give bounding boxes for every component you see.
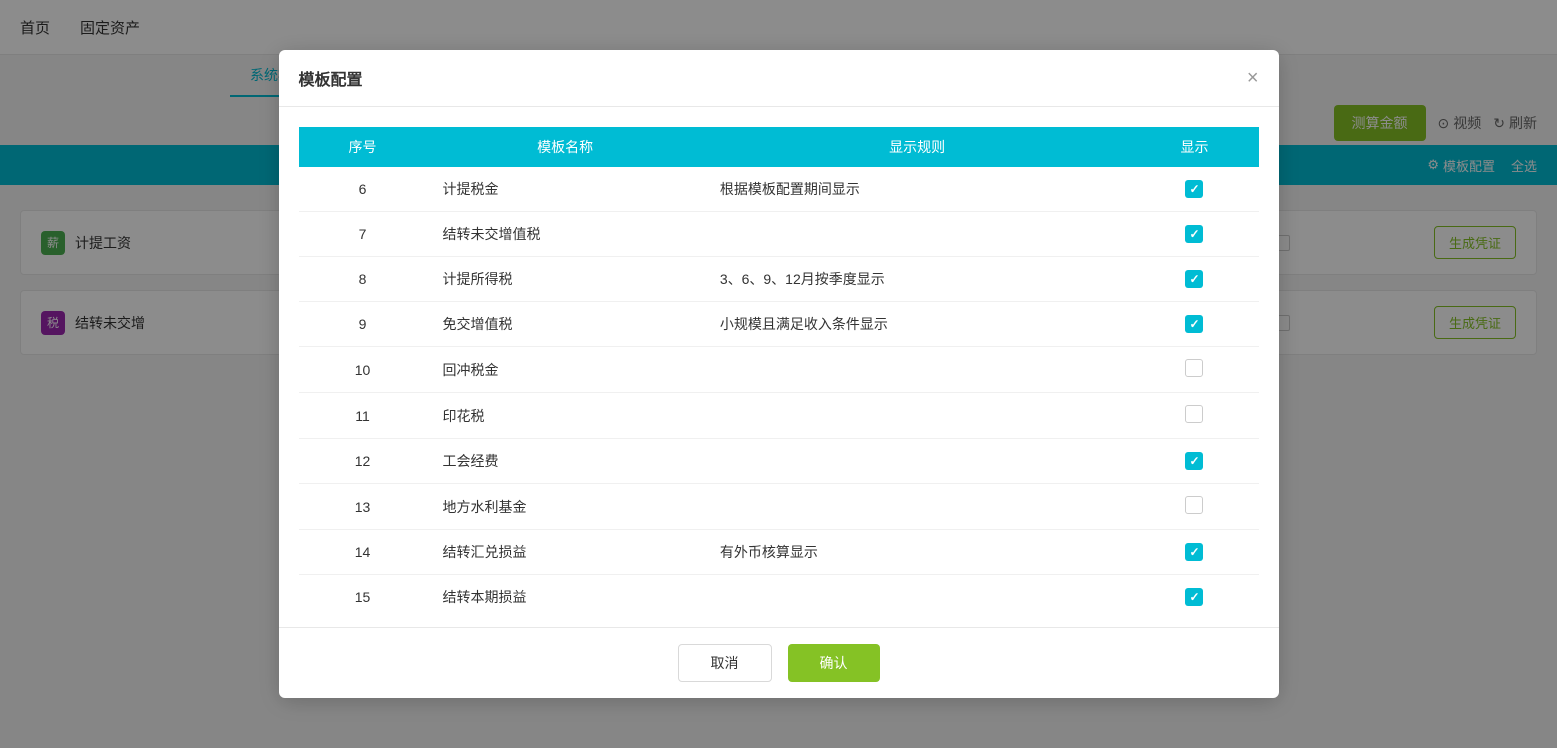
cell-seq-8: 14 [299, 530, 427, 575]
cell-rule-4 [704, 347, 1131, 393]
modal-close-button[interactable]: × [1247, 68, 1259, 88]
checkbox-checked-2[interactable] [1185, 270, 1203, 288]
checkbox-checked-8[interactable] [1185, 543, 1203, 561]
cell-seq-7: 13 [299, 484, 427, 530]
cell-name-9: 结转本期损益 [427, 575, 704, 608]
cell-check-8[interactable] [1130, 530, 1258, 575]
checkbox-unchecked-7[interactable] [1185, 496, 1203, 514]
cell-seq-2: 8 [299, 257, 427, 302]
table-row: 8计提所得税3、6、9、12月按季度显示 [299, 257, 1259, 302]
cell-name-1: 结转未交增值税 [427, 212, 704, 257]
cell-seq-3: 9 [299, 302, 427, 347]
cell-rule-8: 有外币核算显示 [704, 530, 1131, 575]
modal-template-config: 模板配置 × 序号 模板名称 显示规则 显示 6计提税金根据模板配置期间显示7结… [279, 50, 1279, 698]
table-header: 序号 模板名称 显示规则 显示 [299, 127, 1259, 167]
checkbox-checked-3[interactable] [1185, 315, 1203, 333]
cell-name-3: 免交增值税 [427, 302, 704, 347]
cell-name-8: 结转汇兑损益 [427, 530, 704, 575]
cell-check-9[interactable] [1130, 575, 1258, 608]
table-row: 10回冲税金 [299, 347, 1259, 393]
checkbox-unchecked-5[interactable] [1185, 405, 1203, 423]
cell-seq-5: 11 [299, 393, 427, 439]
col-header-display: 显示 [1130, 127, 1258, 167]
checkbox-checked-1[interactable] [1185, 225, 1203, 243]
table-row: 14结转汇兑损益有外币核算显示 [299, 530, 1259, 575]
cancel-button[interactable]: 取消 [678, 644, 772, 682]
table-row: 15结转本期损益 [299, 575, 1259, 608]
cell-seq-9: 15 [299, 575, 427, 608]
cell-rule-9 [704, 575, 1131, 608]
cell-seq-6: 12 [299, 439, 427, 484]
col-header-rule: 显示规则 [704, 127, 1131, 167]
cell-check-0[interactable] [1130, 167, 1258, 212]
table-body: 6计提税金根据模板配置期间显示7结转未交增值税8计提所得税3、6、9、12月按季… [299, 167, 1259, 607]
modal-header: 模板配置 × [279, 50, 1279, 107]
cell-name-7: 地方水利基金 [427, 484, 704, 530]
modal-footer: 取消 确认 [279, 627, 1279, 698]
col-header-name: 模板名称 [427, 127, 704, 167]
cell-check-2[interactable] [1130, 257, 1258, 302]
cell-check-3[interactable] [1130, 302, 1258, 347]
checkbox-unchecked-4[interactable] [1185, 359, 1203, 377]
cell-check-1[interactable] [1130, 212, 1258, 257]
cell-name-0: 计提税金 [427, 167, 704, 212]
cell-check-6[interactable] [1130, 439, 1258, 484]
cell-name-5: 印花税 [427, 393, 704, 439]
table-scroll[interactable]: 序号 模板名称 显示规则 显示 6计提税金根据模板配置期间显示7结转未交增值税8… [299, 127, 1259, 607]
cell-rule-5 [704, 393, 1131, 439]
cell-name-2: 计提所得税 [427, 257, 704, 302]
col-header-seq: 序号 [299, 127, 427, 167]
cell-name-6: 工会经费 [427, 439, 704, 484]
cell-check-4[interactable] [1130, 347, 1258, 393]
checkbox-checked-6[interactable] [1185, 452, 1203, 470]
cell-seq-4: 10 [299, 347, 427, 393]
cell-rule-1 [704, 212, 1131, 257]
table-row: 13地方水利基金 [299, 484, 1259, 530]
cell-rule-6 [704, 439, 1131, 484]
cell-check-5[interactable] [1130, 393, 1258, 439]
table-row: 7结转未交增值税 [299, 212, 1259, 257]
table-row: 6计提税金根据模板配置期间显示 [299, 167, 1259, 212]
modal-title: 模板配置 [299, 66, 363, 90]
table-header-row: 序号 模板名称 显示规则 显示 [299, 127, 1259, 167]
checkbox-checked-0[interactable] [1185, 180, 1203, 198]
cell-rule-3: 小规模且满足收入条件显示 [704, 302, 1131, 347]
cell-check-7[interactable] [1130, 484, 1258, 530]
confirm-button[interactable]: 确认 [788, 644, 880, 682]
table-row: 9免交增值税小规模且满足收入条件显示 [299, 302, 1259, 347]
cell-rule-0: 根据模板配置期间显示 [704, 167, 1131, 212]
modal-body: 序号 模板名称 显示规则 显示 6计提税金根据模板配置期间显示7结转未交增值税8… [279, 107, 1279, 627]
cell-seq-0: 6 [299, 167, 427, 212]
cell-rule-7 [704, 484, 1131, 530]
table-row: 12工会经费 [299, 439, 1259, 484]
cell-name-4: 回冲税金 [427, 347, 704, 393]
config-table: 序号 模板名称 显示规则 显示 6计提税金根据模板配置期间显示7结转未交增值税8… [299, 127, 1259, 607]
checkbox-checked-9[interactable] [1185, 588, 1203, 606]
cell-rule-2: 3、6、9、12月按季度显示 [704, 257, 1131, 302]
table-row: 11印花税 [299, 393, 1259, 439]
cell-seq-1: 7 [299, 212, 427, 257]
